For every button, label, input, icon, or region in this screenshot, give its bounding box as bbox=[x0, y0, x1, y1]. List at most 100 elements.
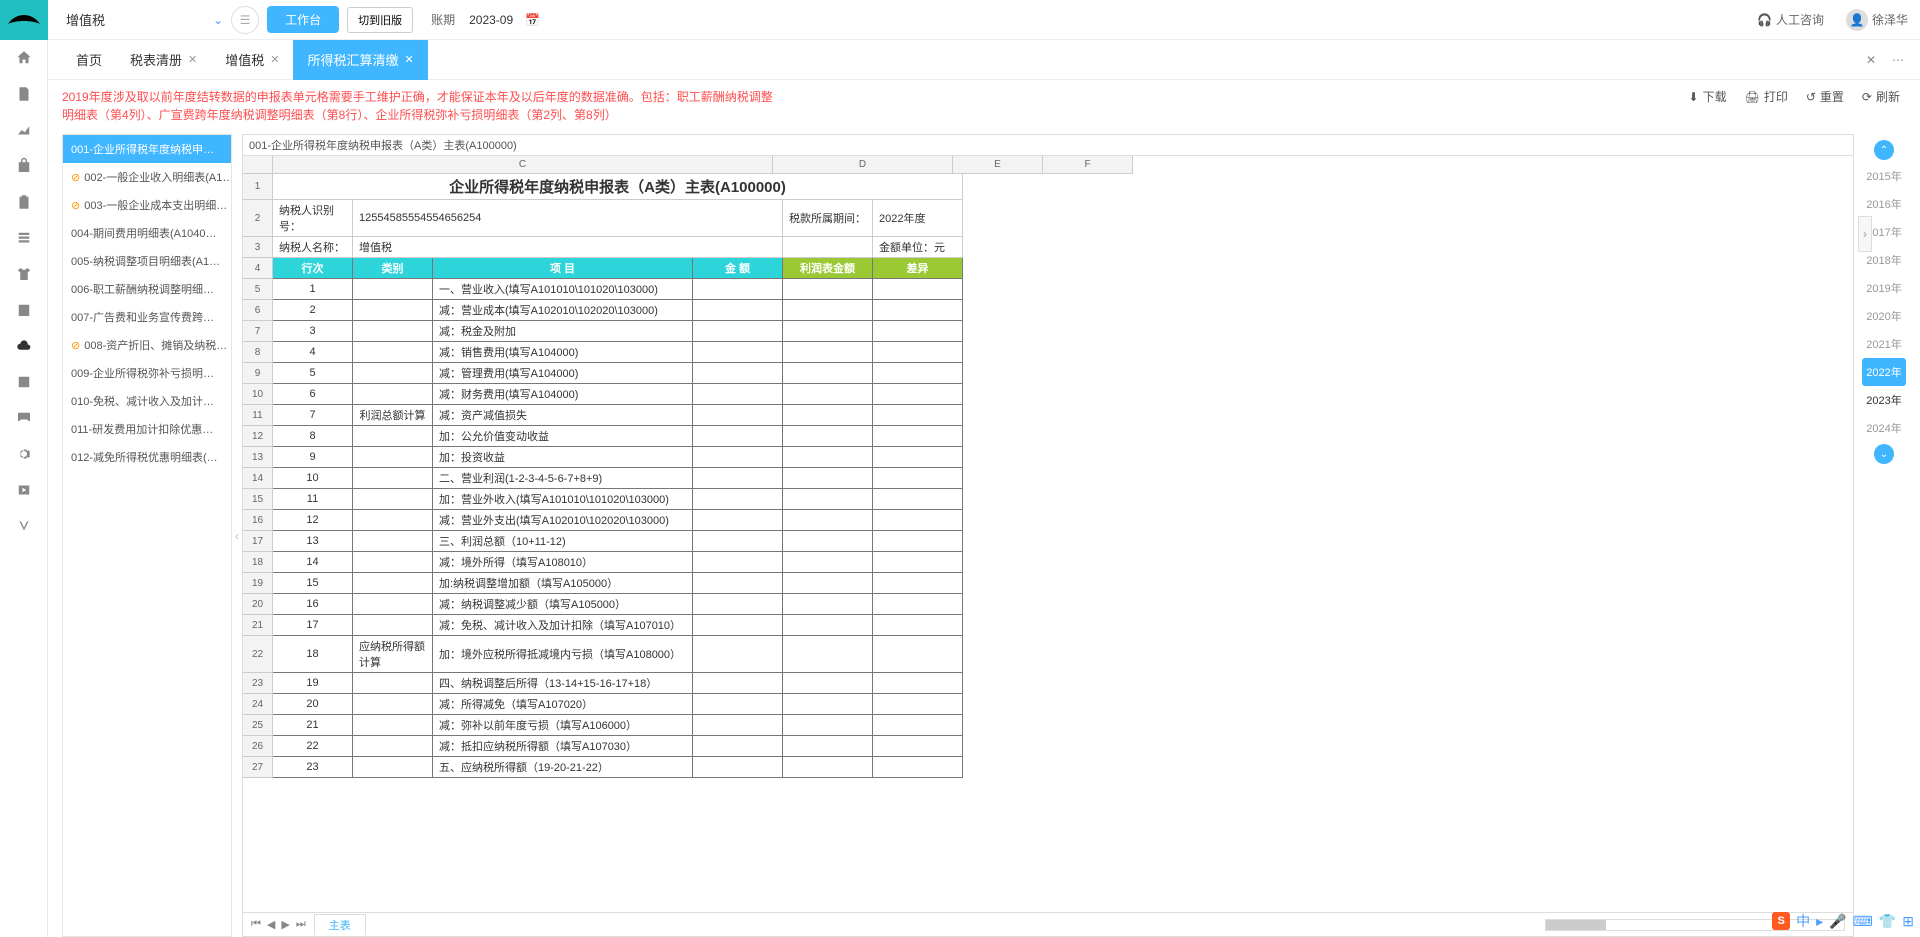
cell[interactable] bbox=[693, 468, 783, 489]
form-list-item[interactable]: ⊘003-一般企业成本支出明细… bbox=[63, 191, 231, 219]
cell[interactable]: 减：免税、减计收入及加计扣除（填写A107010） bbox=[433, 615, 693, 636]
sheet-nav-prev[interactable]: ◀ bbox=[267, 918, 275, 931]
cell[interactable] bbox=[783, 237, 873, 258]
cell[interactable] bbox=[693, 426, 783, 447]
tab-tax-list[interactable]: 税表清册✕ bbox=[116, 40, 211, 80]
cell[interactable] bbox=[353, 673, 433, 694]
cell[interactable] bbox=[693, 594, 783, 615]
cell[interactable] bbox=[693, 384, 783, 405]
cell[interactable]: 12 bbox=[273, 510, 353, 531]
cell[interactable] bbox=[693, 363, 783, 384]
year-item[interactable]: 2023年 bbox=[1862, 386, 1906, 414]
cell[interactable]: 项 目 bbox=[433, 258, 693, 279]
calendar-icon[interactable]: 📅 bbox=[525, 13, 540, 27]
cell[interactable] bbox=[693, 636, 783, 673]
cell[interactable]: 19 bbox=[273, 673, 353, 694]
year-item[interactable]: 2022年 bbox=[1862, 358, 1906, 386]
cell[interactable] bbox=[353, 552, 433, 573]
sheet-nav-next[interactable]: ▶ bbox=[281, 918, 289, 931]
cell[interactable] bbox=[353, 715, 433, 736]
cell[interactable] bbox=[873, 300, 963, 321]
cell[interactable]: 减：资产减值损失 bbox=[433, 405, 693, 426]
nav-video-icon[interactable] bbox=[0, 472, 48, 508]
cell[interactable] bbox=[693, 321, 783, 342]
cell[interactable] bbox=[693, 510, 783, 531]
cell[interactable]: 17 bbox=[273, 615, 353, 636]
ime-lang[interactable]: 中 bbox=[1796, 911, 1810, 931]
cell[interactable]: 金 额 bbox=[693, 258, 783, 279]
cell[interactable] bbox=[783, 447, 873, 468]
cell[interactable] bbox=[783, 552, 873, 573]
cell[interactable] bbox=[353, 384, 433, 405]
cell[interactable] bbox=[873, 694, 963, 715]
cell[interactable]: 行次 bbox=[273, 258, 353, 279]
form-list-item[interactable]: ⊘008-资产折旧、摊销及纳税… bbox=[63, 331, 231, 359]
form-list-item[interactable]: ⊘002-一般企业收入明细表(A1… bbox=[63, 163, 231, 191]
company-dropdown-icon[interactable]: ⌄ bbox=[213, 13, 223, 27]
cell[interactable] bbox=[353, 279, 433, 300]
cell[interactable]: 13 bbox=[273, 531, 353, 552]
cell[interactable] bbox=[873, 405, 963, 426]
close-icon[interactable]: ✕ bbox=[405, 53, 414, 66]
tabs-more-button[interactable]: ⋯ bbox=[1888, 49, 1908, 71]
cell[interactable]: 7 bbox=[273, 405, 353, 426]
cell[interactable] bbox=[783, 715, 873, 736]
cell[interactable] bbox=[783, 321, 873, 342]
close-icon[interactable]: ✕ bbox=[270, 53, 279, 66]
cell[interactable] bbox=[693, 489, 783, 510]
cell[interactable] bbox=[783, 510, 873, 531]
period-value[interactable]: 2023-09 bbox=[469, 13, 513, 27]
workbench-button[interactable]: 工作台 bbox=[267, 6, 339, 33]
cell[interactable] bbox=[783, 405, 873, 426]
cell[interactable] bbox=[873, 447, 963, 468]
ime-mic-icon[interactable]: 🎤 bbox=[1829, 913, 1846, 930]
nav-v-icon[interactable] bbox=[0, 508, 48, 544]
cell[interactable] bbox=[693, 694, 783, 715]
cell[interactable] bbox=[353, 757, 433, 778]
cell[interactable] bbox=[353, 694, 433, 715]
cell[interactable]: 11 bbox=[273, 489, 353, 510]
cell[interactable]: 1 bbox=[273, 279, 353, 300]
cell[interactable]: 企业所得税年度纳税申报表（A类）主表(A100000) bbox=[273, 174, 963, 200]
cell[interactable] bbox=[693, 300, 783, 321]
cell[interactable] bbox=[783, 694, 873, 715]
form-list-item[interactable]: 006-职工薪酬纳税调整明细… bbox=[63, 275, 231, 303]
cell[interactable]: 8 bbox=[273, 426, 353, 447]
cell[interactable] bbox=[693, 342, 783, 363]
cell[interactable] bbox=[693, 615, 783, 636]
year-item[interactable]: 2016年 bbox=[1862, 190, 1906, 218]
cell[interactable] bbox=[873, 363, 963, 384]
cell[interactable]: 五、应纳税所得额（19-20-21-22） bbox=[433, 757, 693, 778]
tab-home[interactable]: 首页 bbox=[62, 40, 116, 80]
cell[interactable]: 减：销售费用(填写A104000) bbox=[433, 342, 693, 363]
cell[interactable] bbox=[693, 447, 783, 468]
tabs-close-button[interactable]: ✕ bbox=[1862, 49, 1880, 71]
year-item[interactable]: 2021年 bbox=[1862, 330, 1906, 358]
cell[interactable]: 利润总额计算 bbox=[353, 405, 433, 426]
cell[interactable]: 加：公允价值变动收益 bbox=[433, 426, 693, 447]
cell[interactable] bbox=[783, 426, 873, 447]
year-item[interactable]: 2020年 bbox=[1862, 302, 1906, 330]
cell[interactable]: 减：营业外支出(填写A102010\102020\103000) bbox=[433, 510, 693, 531]
cell[interactable]: 125545855545546562​54 bbox=[353, 200, 783, 237]
close-icon[interactable]: ✕ bbox=[188, 53, 197, 66]
nav-upload-icon[interactable] bbox=[0, 364, 48, 400]
cell[interactable]: 16 bbox=[273, 594, 353, 615]
cell[interactable]: 20 bbox=[273, 694, 353, 715]
collapse-handle[interactable]: ‹ bbox=[232, 134, 242, 937]
cell[interactable]: 5 bbox=[273, 363, 353, 384]
cell[interactable] bbox=[353, 468, 433, 489]
cell[interactable]: 22 bbox=[273, 736, 353, 757]
cell[interactable] bbox=[353, 573, 433, 594]
company-name[interactable]: 增值税 bbox=[66, 10, 105, 29]
cell[interactable] bbox=[783, 468, 873, 489]
cell[interactable]: 税款所属期间： bbox=[783, 200, 873, 237]
cell[interactable] bbox=[783, 573, 873, 594]
cell[interactable] bbox=[353, 321, 433, 342]
cell[interactable] bbox=[873, 342, 963, 363]
cell[interactable]: 类别 bbox=[353, 258, 433, 279]
cell[interactable] bbox=[783, 342, 873, 363]
cell[interactable] bbox=[353, 594, 433, 615]
form-list-item[interactable]: 010-免税、减计收入及加计… bbox=[63, 387, 231, 415]
nav-home-icon[interactable] bbox=[0, 40, 48, 76]
